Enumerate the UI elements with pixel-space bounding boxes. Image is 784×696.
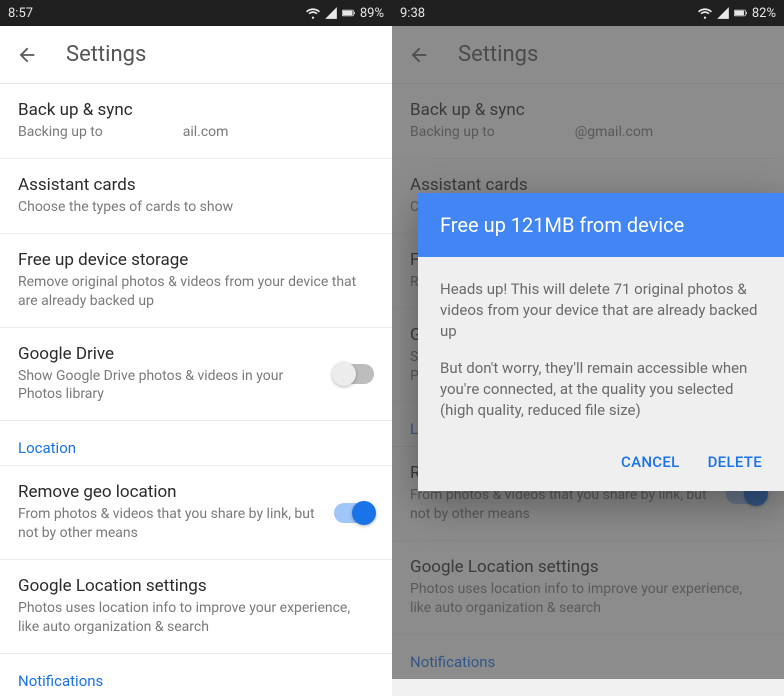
delete-button[interactable]: DELETE [708,453,762,471]
item-google-drive[interactable]: Google Drive Show Google Drive photos & … [0,328,392,422]
screen-right: 9:38 82% Settings Back up & sync Backing… [392,0,784,696]
item-remove-geo[interactable]: Remove geo location From photos & videos… [0,465,392,560]
item-backup-sync[interactable]: Back up & sync Backing up toail.com [0,84,392,159]
battery-icon [342,6,356,20]
item-free-up-storage[interactable]: Free up device storage Remove original p… [0,234,392,328]
signal-icon [716,6,730,20]
toggle-remove-geo[interactable] [334,503,374,523]
section-notifications: Notifications [0,654,392,696]
settings-list: Back up & sync Backing up toail.com Assi… [0,84,392,696]
battery-percent: 89% [360,6,384,21]
wifi-icon [306,6,320,20]
cancel-button[interactable]: CANCEL [621,453,680,471]
screen-left: 8:57 89% Settings Back up & sync Backing… [0,0,392,696]
battery-icon [734,6,748,20]
section-location: Location [0,421,392,465]
item-google-location[interactable]: Google Location settings Photos uses loc… [0,560,392,654]
wifi-icon [698,6,712,20]
dialog-actions: CANCEL DELETE [418,445,784,491]
toggle-google-drive[interactable] [334,364,374,384]
free-up-dialog: Free up 121MB from device Heads up! This… [418,193,784,491]
status-time: 9:38 [400,6,425,21]
dialog-title: Free up 121MB from device [418,193,784,257]
signal-icon [324,6,338,20]
status-bar: 9:38 82% [392,0,784,26]
page-title: Settings [66,42,146,67]
status-bar: 8:57 89% [0,0,392,26]
battery-percent: 82% [752,6,776,21]
status-time: 8:57 [8,6,33,21]
status-icons: 82% [698,6,776,21]
item-assistant-cards[interactable]: Assistant cards Choose the types of card… [0,159,392,234]
status-icons: 89% [306,6,384,21]
back-icon[interactable] [16,44,38,66]
dialog-body: Heads up! This will delete 71 original p… [418,257,784,445]
header: Settings [0,26,392,84]
